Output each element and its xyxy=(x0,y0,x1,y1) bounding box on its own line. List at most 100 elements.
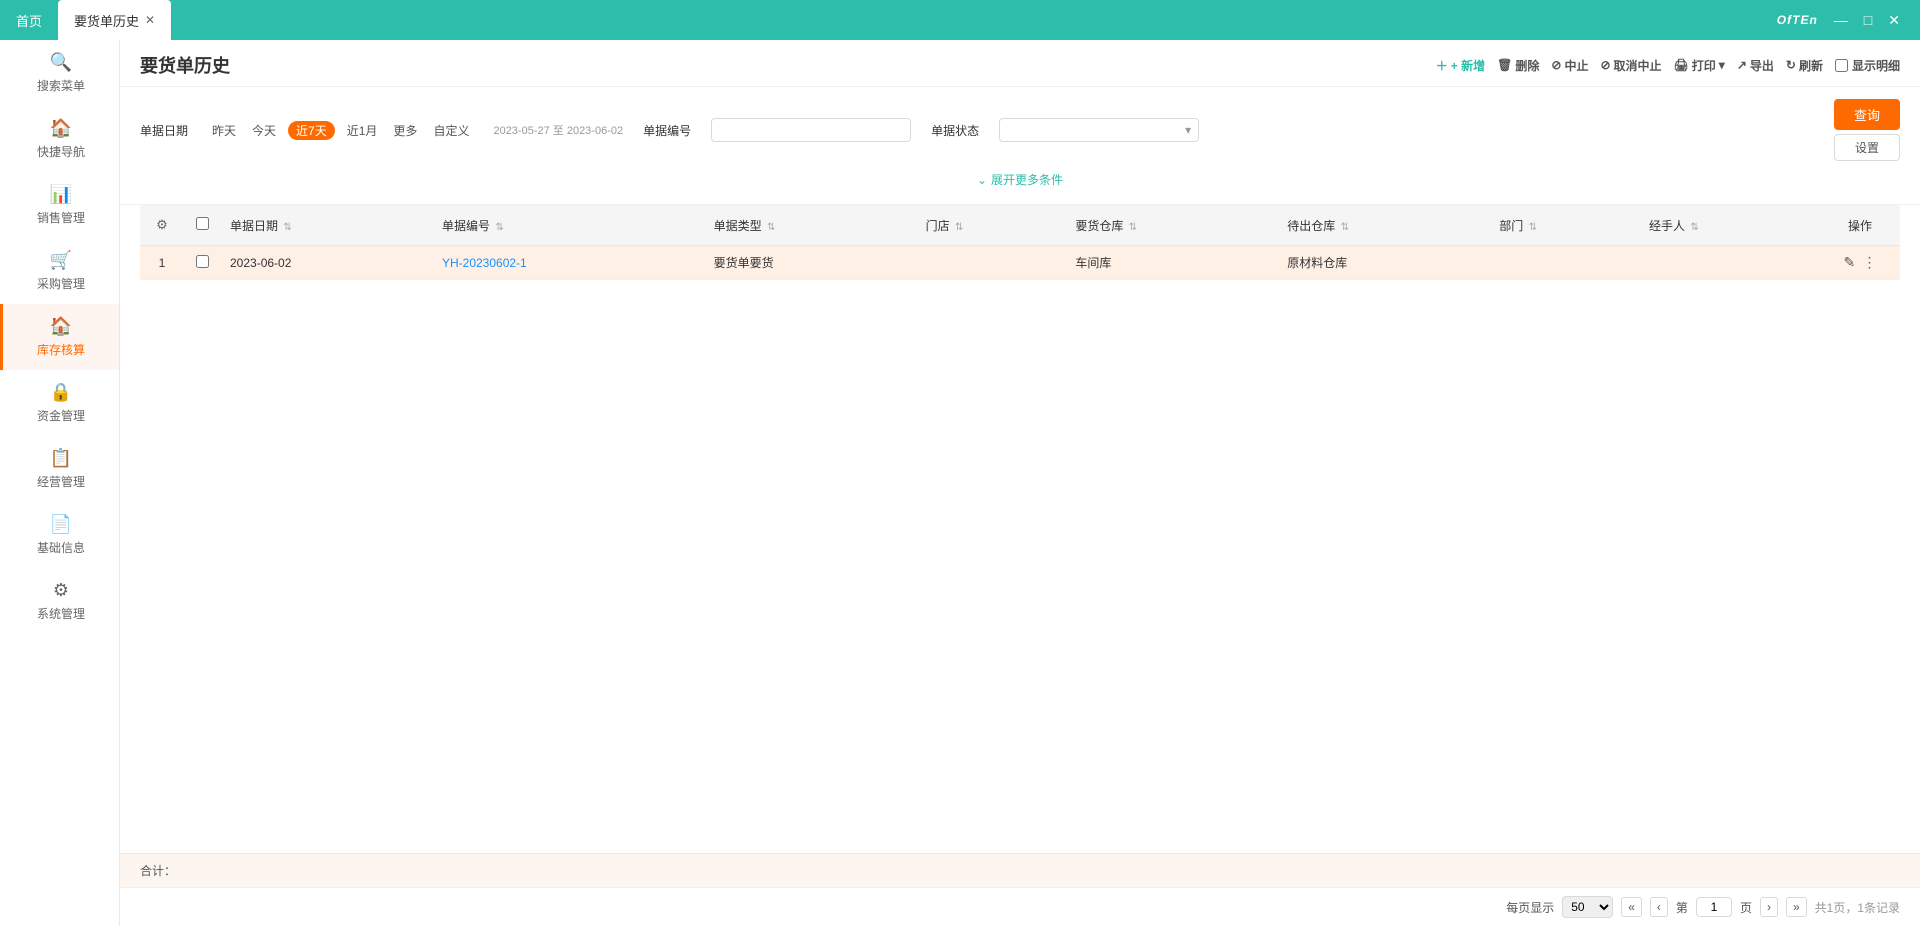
row-store xyxy=(916,246,1066,280)
sort-icon-doctype[interactable]: ⇅ xyxy=(767,222,775,233)
date-btn-yesterday[interactable]: 昨天 xyxy=(208,121,240,140)
row-ops: ✎ ⋮ xyxy=(1820,246,1900,280)
cancel-stop-button[interactable]: ⊘ 取消中止 xyxy=(1600,57,1661,74)
col-department: 部门 ⇅ xyxy=(1489,205,1639,246)
sidebar-item-sales-mgmt[interactable]: 📊 销售管理 xyxy=(0,172,119,238)
date-btn-custom[interactable]: 自定义 xyxy=(429,121,473,140)
setting-button[interactable]: 设置 xyxy=(1834,134,1900,161)
sort-icon-docno[interactable]: ⇅ xyxy=(495,222,503,233)
print-button[interactable]: 🖨 打印 ▾ xyxy=(1674,57,1725,74)
row-doc-no-link[interactable]: YH-20230602-1 xyxy=(442,256,527,270)
doc-no-input[interactable] xyxy=(711,118,911,142)
stop-button[interactable]: ⊘ 中止 xyxy=(1551,57,1588,74)
sort-icon-dept[interactable]: ⇅ xyxy=(1529,222,1537,233)
sidebar-item-label: 系统管理 xyxy=(37,605,85,622)
date-btn-1month[interactable]: 近1月 xyxy=(343,121,382,140)
new-button[interactable]: ＋ + 新增 xyxy=(1436,57,1485,74)
main-layout: 🔍 搜索菜单 🏠 快捷导航 📊 销售管理 🛒 采购管理 🏠 库存核算 🔒 资金管… xyxy=(0,40,1920,926)
search-menu-icon: 🔍 xyxy=(50,52,72,73)
sidebar-item-operations-mgmt[interactable]: 📋 经营管理 xyxy=(0,436,119,502)
display-detail-check[interactable] xyxy=(1835,59,1848,72)
first-page-button[interactable]: « xyxy=(1621,897,1642,917)
export-button[interactable]: ↗ 导出 xyxy=(1737,57,1774,74)
last-page-button[interactable]: » xyxy=(1786,897,1807,917)
date-btn-7days[interactable]: 近7天 xyxy=(288,121,335,140)
row-checkbox-cell xyxy=(184,246,220,280)
sort-icon-handler[interactable]: ⇅ xyxy=(1690,222,1698,233)
toolbar: ＋ + 新增 🗑 删除 ⊘ 中止 ⊘ 取消中止 🖨 打印 xyxy=(1436,57,1900,74)
sidebar-item-label: 库存核算 xyxy=(37,341,85,358)
filter-area: 单据日期 昨天 今天 近7天 近1月 更多 自定义 2023-05-27 至 2… xyxy=(120,87,1920,205)
next-page-button[interactable]: › xyxy=(1760,897,1778,917)
table-row[interactable]: 1 2023-06-02 YH-20230602-1 要货单要货 车间库 原材料… xyxy=(140,246,1900,280)
sales-mgmt-icon: 📊 xyxy=(50,184,72,205)
tab-requisition-history[interactable]: 要货单历史 ✕ xyxy=(58,0,171,40)
per-page-label: 每页显示 xyxy=(1506,899,1554,916)
table-head: ⚙ 单据日期 ⇅ 单据编号 ⇅ xyxy=(140,205,1900,246)
per-page-select[interactable]: 50 100 200 xyxy=(1562,896,1613,918)
sidebar-item-finance-mgmt[interactable]: 🔒 资金管理 xyxy=(0,370,119,436)
print-dropdown-icon: ▾ xyxy=(1719,58,1725,72)
expand-more-button[interactable]: ⌄ 展开更多条件 xyxy=(973,167,1067,192)
col-ops: 操作 xyxy=(1820,205,1900,246)
page-suffix-label: 页 xyxy=(1740,899,1752,916)
query-button[interactable]: 查询 xyxy=(1834,99,1900,130)
top-bar-right: OfTEn — □ ✕ xyxy=(1777,12,1920,29)
sidebar: 🔍 搜索菜单 🏠 快捷导航 📊 销售管理 🛒 采购管理 🏠 库存核算 🔒 资金管… xyxy=(0,40,120,926)
sidebar-item-basic-info[interactable]: 📄 基础信息 xyxy=(0,502,119,568)
display-detail-checkbox[interactable]: 显示明细 xyxy=(1835,57,1900,74)
date-range-display: 2023-05-27 至 2023-06-02 xyxy=(493,122,623,138)
date-btn-today[interactable]: 今天 xyxy=(248,121,280,140)
row-more-icon[interactable]: ⋮ xyxy=(1863,254,1877,270)
table-body: 1 2023-06-02 YH-20230602-1 要货单要货 车间库 原材料… xyxy=(140,246,1900,280)
print-icon: 🖨 xyxy=(1674,58,1689,72)
date-btn-more[interactable]: 更多 xyxy=(389,121,421,140)
page-input[interactable] xyxy=(1696,897,1732,917)
basic-info-icon: 📄 xyxy=(50,514,72,535)
maximize-icon[interactable]: □ xyxy=(1864,12,1872,28)
delete-button[interactable]: 🗑 删除 xyxy=(1497,57,1539,74)
sort-icon-req-wh[interactable]: ⇅ xyxy=(1129,222,1137,233)
operations-mgmt-icon: 📋 xyxy=(50,448,72,469)
refresh-button[interactable]: ↻ 刷新 xyxy=(1786,57,1823,74)
minimize-icon[interactable]: — xyxy=(1834,12,1848,28)
table-settings-icon[interactable]: ⚙ xyxy=(150,213,174,237)
sidebar-item-search-menu[interactable]: 🔍 搜索菜单 xyxy=(0,40,119,106)
tab-home[interactable]: 首页 xyxy=(0,0,58,40)
row-handler xyxy=(1639,246,1820,280)
content-area: 要货单历史 ＋ + 新增 🗑 删除 ⊘ 中止 ⊘ 取消中止 xyxy=(120,40,1920,926)
filter-actions: 查询 设置 xyxy=(1834,99,1900,161)
expand-label: 展开更多条件 xyxy=(991,171,1063,188)
doc-status-label: 单据状态 xyxy=(931,122,979,139)
sort-icon-date[interactable]: ⇅ xyxy=(283,222,291,233)
sidebar-item-label: 基础信息 xyxy=(37,539,85,556)
delete-icon: 🗑 xyxy=(1497,58,1512,72)
expand-icon: ⌄ xyxy=(977,173,987,187)
table-header-row: ⚙ 单据日期 ⇅ 单据编号 ⇅ xyxy=(140,205,1900,246)
new-icon: ＋ xyxy=(1436,57,1448,74)
sidebar-item-quick-nav[interactable]: 🏠 快捷导航 xyxy=(0,106,119,172)
close-icon[interactable]: ✕ xyxy=(1888,12,1900,29)
select-all-checkbox[interactable] xyxy=(196,217,209,230)
sort-icon-pending-wh[interactable]: ⇅ xyxy=(1341,222,1349,233)
col-req-warehouse: 要货仓库 ⇅ xyxy=(1065,205,1277,246)
row-settings: 1 xyxy=(140,246,184,280)
sidebar-item-purchase-mgmt[interactable]: 🛒 采购管理 xyxy=(0,238,119,304)
total-info: 共1页，1条记录 xyxy=(1815,899,1900,916)
sort-icon-store[interactable]: ⇅ xyxy=(955,222,963,233)
doc-status-select[interactable] xyxy=(999,118,1199,142)
row-edit-icon[interactable]: ✎ xyxy=(1843,254,1855,270)
col-handler: 经手人 ⇅ xyxy=(1639,205,1820,246)
prev-page-button[interactable]: ‹ xyxy=(1650,897,1668,917)
row-req-warehouse: 车间库 xyxy=(1065,246,1277,280)
display-detail-label: 显示明细 xyxy=(1852,57,1900,74)
sidebar-item-system-mgmt[interactable]: ⚙ 系统管理 xyxy=(0,568,119,634)
col-checkbox xyxy=(184,205,220,246)
data-table: ⚙ 单据日期 ⇅ 单据编号 ⇅ xyxy=(140,205,1900,280)
row-doc-no: YH-20230602-1 xyxy=(432,246,704,280)
sidebar-item-label: 销售管理 xyxy=(37,209,85,226)
sidebar-item-inventory[interactable]: 🏠 库存核算 xyxy=(0,304,119,370)
row-pending-warehouse: 原材料仓库 xyxy=(1277,246,1489,280)
row-checkbox[interactable] xyxy=(196,255,209,268)
tab-close-icon[interactable]: ✕ xyxy=(145,13,155,27)
